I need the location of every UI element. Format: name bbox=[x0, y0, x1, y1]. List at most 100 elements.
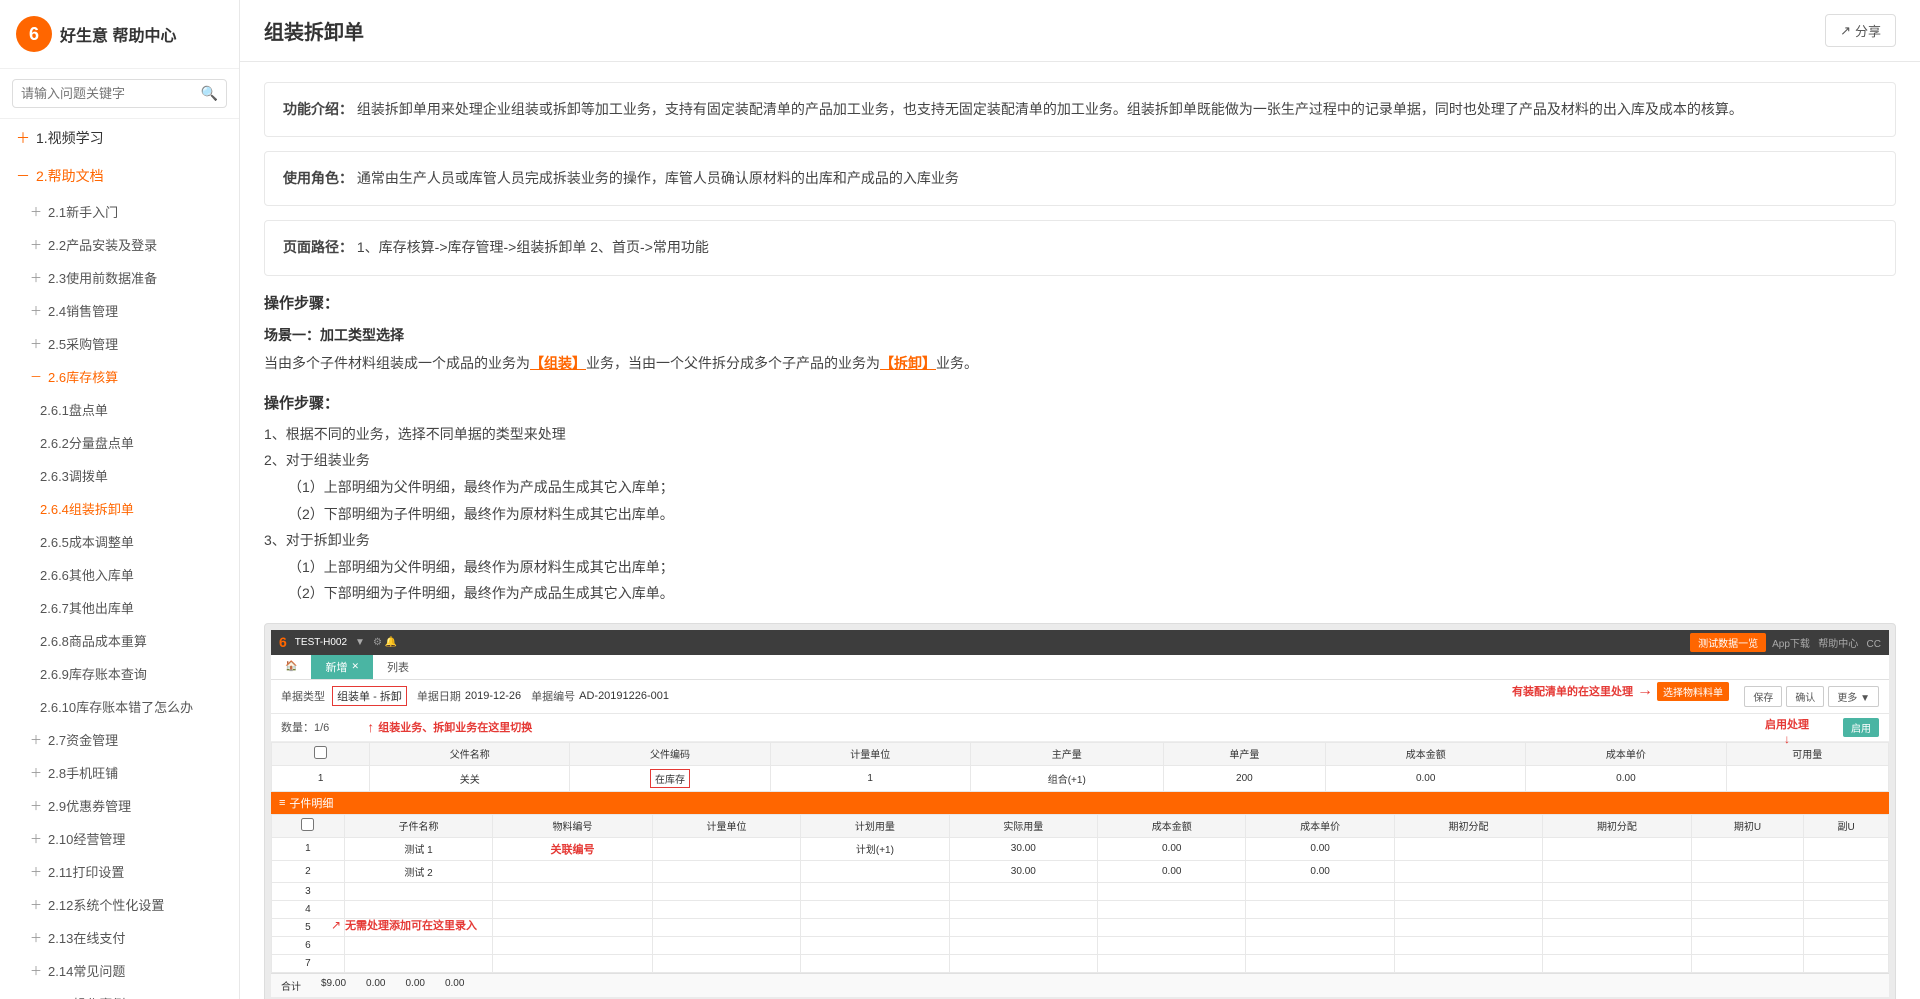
mock-lower-table-wrap: 子件名称 物料编号 计量单位 计划用量 实际用量 成本金额 成本单价 期初分配 … bbox=[271, 814, 1889, 973]
th-material-code: 物料编号 bbox=[493, 814, 653, 837]
mock-tab-active[interactable]: 新增 ✕ bbox=[311, 655, 373, 679]
mock-lower-table-head: 子件名称 物料编号 计量单位 计划用量 实际用量 成本金额 成本单价 期初分配 … bbox=[272, 814, 1889, 837]
sidebar-item-s267[interactable]: 2.6.7其他出库单 bbox=[16, 591, 239, 624]
mock-left-icons: 🏠 bbox=[271, 655, 311, 679]
th-sub-u: 副U bbox=[1804, 814, 1889, 837]
sidebar-item-s215[interactable]: ＋ 2.15操作案例 bbox=[0, 987, 239, 999]
annotation3-arrow: ↑ bbox=[367, 719, 374, 735]
mock-nav-right: App下载 帮助中心 CC bbox=[1772, 635, 1881, 650]
mock-upper-table: 父件名称 父件编码 计量单位 主产量 单产量 成本金额 成本单价 可用量 1 bbox=[271, 742, 1889, 792]
sub-plus-icon: ＋ bbox=[30, 929, 42, 946]
mock-date-field: 单据日期 2019-12-26 bbox=[417, 688, 521, 704]
mock-type-field: 单据类型 组装单 - 拆卸 bbox=[281, 686, 407, 706]
sidebar-item-s23[interactable]: ＋ 2.3使用前数据准备 bbox=[0, 261, 239, 294]
page-title: 组装拆卸单 bbox=[264, 16, 364, 45]
sidebar-item-docs[interactable]: － 2.帮助文档 bbox=[0, 157, 239, 195]
footer-v3: 0.00 bbox=[406, 978, 425, 993]
th-cb bbox=[272, 814, 345, 837]
sub-plus-icon: ＋ bbox=[30, 335, 42, 352]
th-child-name: 子件名称 bbox=[344, 814, 492, 837]
mock-test-btn[interactable]: 测试数据一览 bbox=[1690, 633, 1766, 652]
th-init-alloc2: 期初分配 bbox=[1543, 814, 1691, 837]
mock-tab-list[interactable]: 列表 bbox=[373, 655, 423, 679]
sidebar-item-s265[interactable]: 2.6.5成本调整单 bbox=[16, 525, 239, 558]
sub-plus-icon: ＋ bbox=[30, 896, 42, 913]
step3-text: 3、对于拆卸业务 bbox=[264, 527, 1896, 554]
red-box-code: 在库存 bbox=[650, 769, 690, 788]
td-num: 1 bbox=[272, 765, 370, 791]
sidebar-item-s261[interactable]: 2.6.1盘点单 bbox=[16, 393, 239, 426]
th-parent-name: 父件名称 bbox=[370, 742, 570, 765]
sidebar-item-s2610[interactable]: 2.6.10库存账本错了怎么办 bbox=[16, 690, 239, 723]
select-all-lower[interactable] bbox=[301, 818, 314, 831]
intro-text: 组装拆卸单用来处理企业组装或拆卸等加工业务，支持有固定装配清单的产品加工业务，也… bbox=[357, 101, 1743, 117]
ops-heading: 操作步骤： bbox=[264, 292, 1896, 313]
sidebar-item-video[interactable]: ＋ 1.视频学习 bbox=[0, 119, 239, 157]
mock-upper-table-body: 1 关关 在库存 1 组合(+1) 200 0.00 0.00 bbox=[272, 765, 1889, 791]
sidebar-item-s25[interactable]: ＋ 2.5采购管理 bbox=[0, 327, 239, 360]
sub-plus-icon: ＋ bbox=[30, 995, 42, 999]
select-all-upper[interactable] bbox=[314, 746, 327, 759]
logo-area: 6 好生意 帮助中心 bbox=[0, 0, 239, 69]
mock-logo: 6 bbox=[279, 634, 287, 650]
th-parent-code: 父件编码 bbox=[570, 742, 770, 765]
sidebar-item-s268[interactable]: 2.6.8商品成本重算 bbox=[16, 624, 239, 657]
sidebar-item-s269[interactable]: 2.6.9库存账本查询 bbox=[16, 657, 239, 690]
sidebar-item-s26[interactable]: － 2.6库存核算 bbox=[0, 360, 239, 393]
mock-num-label: 单据编号 bbox=[531, 688, 575, 704]
sidebar-item-s21[interactable]: ＋ 2.1新手入门 bbox=[0, 195, 239, 228]
sub-plus-icon: ＋ bbox=[30, 962, 42, 979]
mock-form-area: 单据类型 组装单 - 拆卸 单据日期 2019-12-26 单据编号 AD-20… bbox=[271, 680, 1889, 714]
annotation5-text: 无需处理添加可在这里录入 bbox=[345, 917, 477, 933]
annotation5-arrow: ↗ bbox=[331, 918, 341, 932]
sidebar-item-s262[interactable]: 2.6.2分量盘点单 bbox=[16, 426, 239, 459]
sidebar-item-s24[interactable]: ＋ 2.4销售管理 bbox=[0, 294, 239, 327]
sidebar-item-s263[interactable]: 2.6.3调拨单 bbox=[16, 459, 239, 492]
footer-v4: 0.00 bbox=[445, 978, 464, 993]
table-row: 1 测试 1 关联编号 计划(+1) 30.00 0.00 0.00 bbox=[272, 837, 1889, 860]
td-unit-qty: 200 bbox=[1163, 765, 1325, 791]
search-input[interactable] bbox=[21, 86, 201, 101]
mock-lower-table-body: 1 测试 1 关联编号 计划(+1) 30.00 0.00 0.00 bbox=[272, 837, 1889, 972]
sidebar-item-s264[interactable]: 2.6.4组装拆卸单 bbox=[16, 492, 239, 525]
th-cost-price2: 成本单价 bbox=[1246, 814, 1394, 837]
sidebar-item-s212[interactable]: ＋ 2.12系统个性化设置 bbox=[0, 888, 239, 921]
sub-plus-icon: ＋ bbox=[30, 863, 42, 880]
screenshot-container: 6 TEST-H002 ▼ ⚙ 🔔 测试数据一览 App下载 帮助中心 CC 🏠… bbox=[264, 623, 1896, 999]
sidebar-item-s210[interactable]: ＋ 2.10经营管理 bbox=[0, 822, 239, 855]
mock-enable-btn[interactable]: 启用 bbox=[1843, 718, 1879, 737]
sidebar-item-s213[interactable]: ＋ 2.13在线支付 bbox=[0, 921, 239, 954]
th-main-qty: 主产量 bbox=[970, 742, 1163, 765]
sidebar-item-s28[interactable]: ＋ 2.8手机旺铺 bbox=[0, 756, 239, 789]
sidebar-item-s214[interactable]: ＋ 2.14常见问题 bbox=[0, 954, 239, 987]
mock-more-btn[interactable]: 更多 ▼ bbox=[1828, 686, 1879, 707]
th-unit: 计量单位 bbox=[770, 742, 970, 765]
mock-sub-info: 数量：1/6 ↑ 组装业务、拆卸业务在这里切换 启用处理 ↓ 启用 bbox=[271, 714, 1889, 742]
mock-save-btn[interactable]: 保存 bbox=[1744, 686, 1782, 707]
annotation4-group: 启用处理 ↓ bbox=[1765, 716, 1809, 746]
sub-plus-icon: ＋ bbox=[30, 797, 42, 814]
step3-sub1: （1）上部明细为父件明细，最终作为原材料生成其它出库单； bbox=[288, 554, 1896, 581]
sidebar-item-s29[interactable]: ＋ 2.9优惠券管理 bbox=[0, 789, 239, 822]
share-button[interactable]: ↗ 分享 bbox=[1825, 14, 1896, 47]
mock-select-bom-btn[interactable]: 选择物料料单 bbox=[1657, 682, 1729, 701]
td-parent-name: 关关 bbox=[370, 765, 570, 791]
mock-enable-btn-wrap: 启用 bbox=[1843, 718, 1879, 737]
nav-list: ＋ 1.视频学习 － 2.帮助文档 ＋ 2.1新手入门 ＋ 2.2产品安装及登录 bbox=[0, 119, 239, 999]
sidebar-item-s22[interactable]: ＋ 2.2产品安装及登录 bbox=[0, 228, 239, 261]
intro-label: 功能介绍： bbox=[283, 101, 353, 117]
plus-icon: ＋ bbox=[16, 128, 30, 148]
mock-confirm-btn[interactable]: 确认 bbox=[1786, 686, 1824, 707]
mock-type-label: 单据类型 bbox=[281, 691, 325, 703]
mock-orange-strip: ≡ 子件明细 bbox=[271, 792, 1889, 814]
mock-top-nav: 6 TEST-H002 ▼ ⚙ 🔔 测试数据一览 App下载 帮助中心 CC bbox=[271, 630, 1889, 655]
mock-lower-table: 子件名称 物料编号 计量单位 计划用量 实际用量 成本金额 成本单价 期初分配 … bbox=[271, 814, 1889, 973]
td-main-qty: 组合(+1) bbox=[970, 765, 1163, 791]
sidebar-item-s27[interactable]: ＋ 2.7资金管理 bbox=[0, 723, 239, 756]
sidebar-item-s266[interactable]: 2.6.6其他入库单 bbox=[16, 558, 239, 591]
td-cost-amt: 0.00 bbox=[1326, 765, 1526, 791]
th-cost-price: 成本单价 bbox=[1526, 742, 1726, 765]
search-box[interactable]: 🔍 bbox=[12, 79, 227, 108]
sidebar-item-s211[interactable]: ＋ 2.11打印设置 bbox=[0, 855, 239, 888]
step2-sub1: （1）上部明细为父件明细，最终作为产成品生成其它入库单； bbox=[288, 474, 1896, 501]
